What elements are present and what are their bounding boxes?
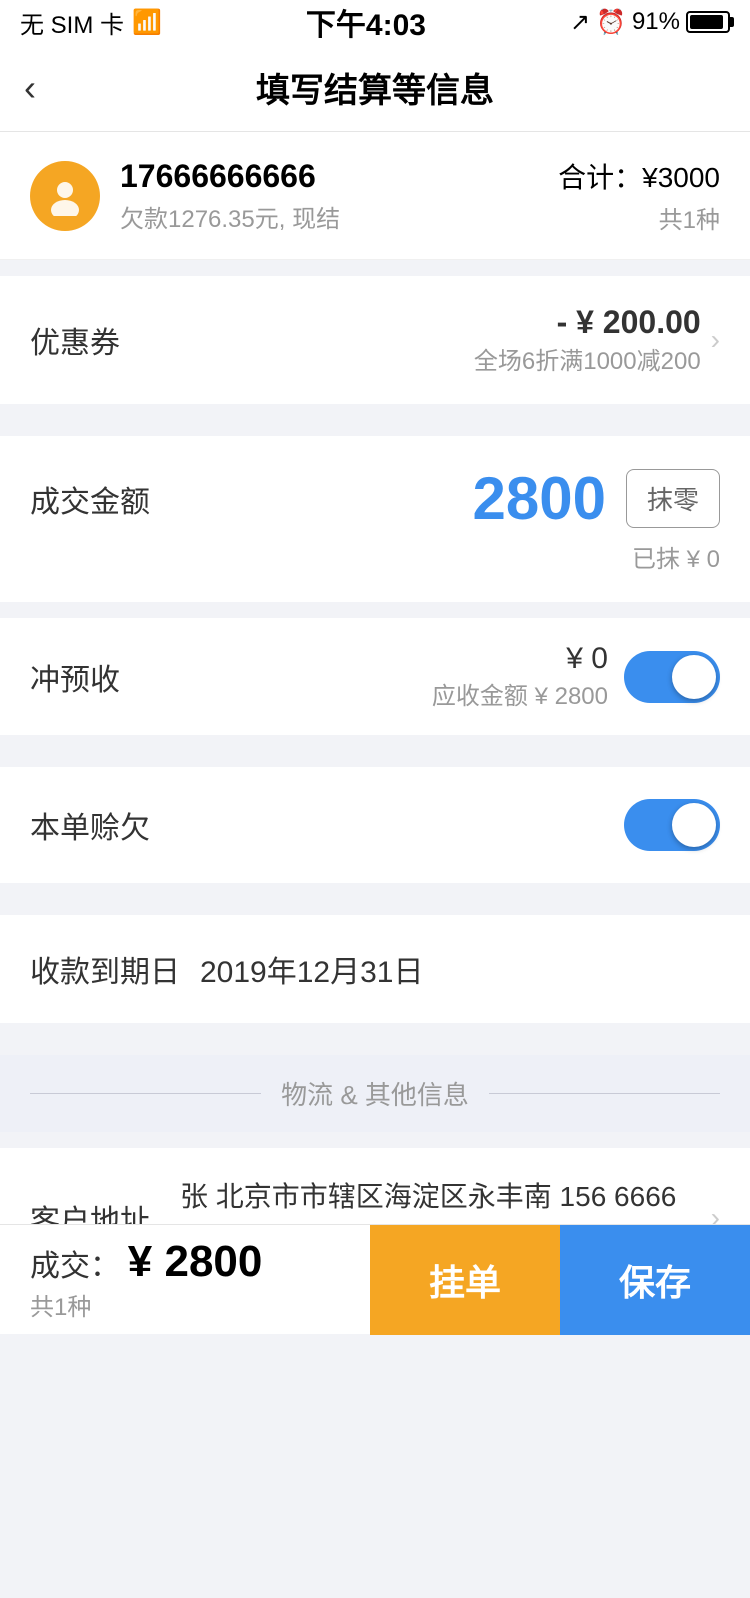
precollect-toggle[interactable] (624, 651, 720, 703)
status-right: ↗ ⏰ 91% (570, 8, 730, 37)
debt-label: 本单赊欠 (30, 803, 150, 847)
separator-4 (0, 1039, 750, 1055)
deal-sub-text: 已抹 ¥ 0 (30, 539, 720, 574)
round-button[interactable]: 抹零 (626, 469, 720, 528)
duedate-label: 收款到期日 (30, 947, 180, 991)
customer-row: 17666666666 欠款1276.35元, 现结 合计：¥3000 共1种 (0, 132, 750, 260)
total-value: ¥3000 (642, 162, 720, 193)
toggle-thumb (672, 655, 716, 699)
precollect-value: ¥ 0 (432, 642, 608, 676)
divider-line-right (489, 1093, 720, 1094)
chevron-right-icon: › (711, 324, 720, 356)
separator-2 (0, 751, 750, 767)
separator-3 (0, 899, 750, 915)
precollect-section: 冲预收 ¥ 0 应收金额 ¥ 2800 (0, 618, 750, 735)
customer-debt-note: 欠款1276.35元, 现结 (120, 199, 340, 234)
battery-icon (686, 11, 730, 33)
coupon-row[interactable]: 优惠券 - ¥ 200.00 全场6折满1000减200 › (0, 276, 750, 404)
page-title: 填写结算等信息 (256, 63, 494, 112)
divider-line-left (30, 1093, 261, 1094)
coupon-value: - ¥ 200.00 (474, 304, 701, 341)
duedate-value: 2019年12月31日 (200, 947, 423, 991)
deal-amount-value: 2800 (473, 464, 606, 533)
duedate-section: 收款到期日 2019年12月31日 (0, 915, 750, 1023)
bottom-count: 共1种 (30, 1287, 340, 1322)
battery-percent: 91% (632, 8, 680, 36)
customer-left: 17666666666 欠款1276.35元, 现结 (30, 158, 340, 234)
coupon-desc: 全场6折满1000减200 (474, 341, 701, 376)
customer-right: 合计：¥3000 共1种 (558, 156, 720, 235)
deal-amount-label: 成交金额 (30, 477, 150, 521)
status-time: 下午4:03 (306, 0, 426, 44)
divider-text: 物流 & 其他信息 (281, 1075, 469, 1112)
status-left: 无 SIM 卡 📶 (20, 5, 162, 40)
bottom-bar: 成交： ¥ 2800 共1种 挂单 保存 (0, 1224, 750, 1334)
hold-button[interactable]: 挂单 (370, 1225, 560, 1335)
back-button[interactable]: ‹ (24, 67, 36, 109)
bottom-deal-value: ¥ 2800 (128, 1237, 263, 1286)
precollect-label: 冲预收 (30, 655, 120, 699)
separator (0, 420, 750, 436)
status-bar: 无 SIM 卡 📶 下午4:03 ↗ ⏰ 91% (0, 0, 750, 44)
section-divider: 物流 & 其他信息 (0, 1055, 750, 1132)
separator-5 (0, 1132, 750, 1148)
bottom-deal-label: 成交： (30, 1250, 120, 1283)
avatar (30, 161, 100, 231)
nav-bar: ‹ 填写结算等信息 (0, 44, 750, 132)
debt-toggle[interactable] (624, 799, 720, 851)
precollect-sub: 应收金额 ¥ 2800 (432, 676, 608, 711)
customer-info: 17666666666 欠款1276.35元, 现结 (120, 158, 340, 234)
wifi-icon: 📶 (132, 8, 162, 37)
total-label: 合计：¥3000 (558, 156, 720, 196)
content: 17666666666 欠款1276.35元, 现结 合计：¥3000 共1种 … (0, 132, 750, 1598)
customer-phone: 17666666666 (120, 158, 340, 195)
debt-section: 本单赊欠 (0, 767, 750, 883)
coupon-label: 优惠券 (30, 318, 120, 362)
carrier-text: 无 SIM 卡 (20, 5, 124, 40)
item-count: 共1种 (558, 200, 720, 235)
coupon-right: - ¥ 200.00 全场6折满1000减200 › (474, 304, 720, 376)
debt-toggle-thumb (672, 803, 716, 847)
bottom-info: 成交： ¥ 2800 共1种 (0, 1237, 370, 1322)
deal-amount-section: 成交金额 2800 抹零 已抹 ¥ 0 (0, 436, 750, 602)
alarm-icon: ⏰ (596, 8, 626, 37)
battery-fill (690, 15, 723, 29)
location-icon: ↗ (570, 8, 590, 37)
save-button[interactable]: 保存 (560, 1225, 750, 1335)
